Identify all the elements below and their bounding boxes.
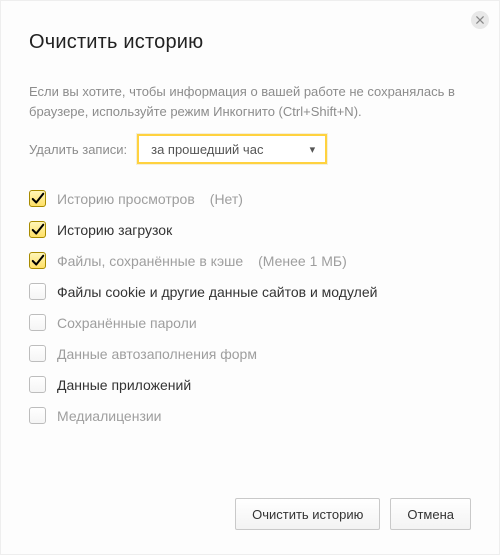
- checkbox[interactable]: [29, 190, 46, 207]
- option-label: Данные приложений: [57, 377, 191, 393]
- checkbox[interactable]: [29, 221, 46, 238]
- check-icon: [31, 223, 45, 237]
- check-icon: [31, 192, 45, 206]
- timerange-label: Удалить записи:: [29, 142, 127, 157]
- close-icon: [476, 11, 484, 29]
- timerange-selected-value: за прошедший час: [151, 142, 263, 157]
- checkbox[interactable]: [29, 314, 46, 331]
- cancel-button[interactable]: Отмена: [390, 498, 471, 530]
- check-icon: [31, 254, 45, 268]
- option-autofill-data[interactable]: Данные автозаполнения форм: [29, 345, 471, 362]
- timerange-row: Удалить записи: за прошедший час ▾: [29, 134, 471, 164]
- checkbox[interactable]: [29, 407, 46, 424]
- timerange-select[interactable]: за прошедший час ▾: [137, 134, 327, 164]
- option-label: Историю загрузок: [57, 222, 172, 238]
- dialog-description: Если вы хотите, чтобы информация о вашей…: [29, 82, 471, 122]
- option-browsing-history[interactable]: Историю просмотров (Нет): [29, 190, 471, 207]
- option-app-data[interactable]: Данные приложений: [29, 376, 471, 393]
- option-cached-files[interactable]: Файлы, сохранённые в кэше (Менее 1 МБ): [29, 252, 471, 269]
- option-label: Файлы cookie и другие данные сайтов и мо…: [57, 284, 377, 300]
- dialog-title: Очистить историю: [29, 31, 471, 54]
- option-label: Историю просмотров: [57, 191, 195, 207]
- close-button[interactable]: [471, 11, 489, 29]
- option-label: Файлы, сохранённые в кэше: [57, 253, 243, 269]
- option-label: Медиалицензии: [57, 408, 162, 424]
- option-cookies[interactable]: Файлы cookie и другие данные сайтов и мо…: [29, 283, 471, 300]
- clear-history-button[interactable]: Очистить историю: [235, 498, 380, 530]
- option-hint: (Менее 1 МБ): [258, 253, 347, 269]
- checkbox[interactable]: [29, 376, 46, 393]
- dialog-actions: Очистить историю Отмена: [235, 498, 471, 530]
- option-saved-passwords[interactable]: Сохранённые пароли: [29, 314, 471, 331]
- option-label: Сохранённые пароли: [57, 315, 197, 331]
- option-hint: (Нет): [210, 191, 243, 207]
- option-download-history[interactable]: Историю загрузок: [29, 221, 471, 238]
- checkbox[interactable]: [29, 283, 46, 300]
- chevron-down-icon: ▾: [310, 143, 316, 156]
- option-label: Данные автозаполнения форм: [57, 346, 257, 362]
- checkbox[interactable]: [29, 345, 46, 362]
- clear-history-dialog: Очистить историю Если вы хотите, чтобы и…: [0, 0, 500, 555]
- checkbox[interactable]: [29, 252, 46, 269]
- options-list: Историю просмотров (Нет) Историю загрузо…: [29, 190, 471, 424]
- option-media-licenses[interactable]: Медиалицензии: [29, 407, 471, 424]
